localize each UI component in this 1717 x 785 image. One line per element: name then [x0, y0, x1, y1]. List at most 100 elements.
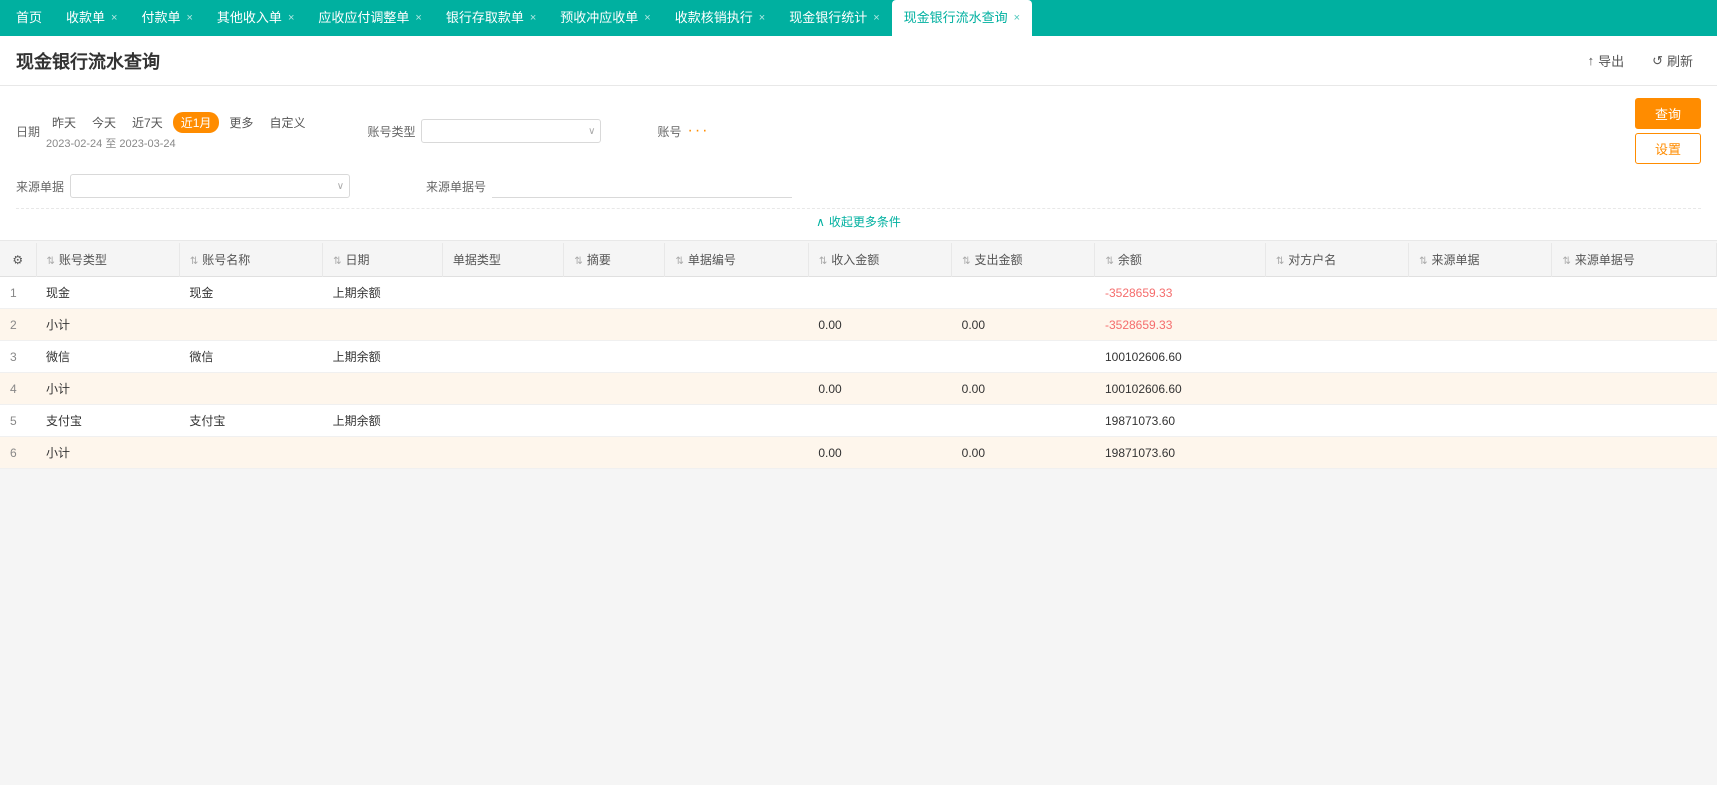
cell-source-doc: [1409, 405, 1552, 437]
cell-expense: [952, 277, 1095, 309]
table-header-row: ⚙ ⇅账号类型 ⇅账号名称 ⇅日期 单据类型 ⇅摘要 ⇅单据编号 ⇅收入金额 ⇅…: [0, 243, 1717, 277]
close-icon[interactable]: ×: [1014, 0, 1020, 36]
close-icon[interactable]: ×: [415, 0, 421, 36]
cell-expense: 0.00: [952, 309, 1095, 341]
source-doc-filter: 来源单据 ∨: [16, 174, 350, 198]
col-source-doc-no[interactable]: ⇅来源单据号: [1552, 243, 1717, 277]
cell-source-doc: [1409, 373, 1552, 405]
cell-account-type: 现金: [36, 277, 179, 309]
close-icon[interactable]: ×: [111, 0, 117, 36]
cell-source-doc-no: [1552, 373, 1717, 405]
date-yesterday[interactable]: 昨天: [46, 112, 82, 133]
cell-account-type: 小计: [36, 437, 179, 469]
cell-counterparty: [1265, 341, 1408, 373]
cell-counterparty: [1265, 277, 1408, 309]
cell-doc-type: [442, 437, 564, 469]
col-counterparty[interactable]: ⇅对方户名: [1265, 243, 1408, 277]
row-num: 2: [0, 309, 36, 341]
table-row: 1 现金 现金 上期余额 -3528659.33: [0, 277, 1717, 309]
col-expense[interactable]: ⇅支出金额: [952, 243, 1095, 277]
col-summary[interactable]: ⇅摘要: [564, 243, 665, 277]
cell-account-type: 小计: [36, 373, 179, 405]
source-doc-num-label: 来源单据号: [426, 178, 486, 195]
source-doc-num-input[interactable]: [492, 175, 792, 198]
nav-cash-stats[interactable]: 现金银行统计 ×: [777, 0, 891, 36]
cell-account-type: 小计: [36, 309, 179, 341]
nav-bank-deposit[interactable]: 银行存取款单 ×: [434, 0, 548, 36]
cell-expense: [952, 341, 1095, 373]
cell-doc-type: [442, 405, 564, 437]
cell-income: [808, 405, 951, 437]
cell-balance: -3528659.33: [1095, 309, 1265, 341]
cell-account-name: 微信: [179, 341, 322, 373]
cell-date: 上期余额: [323, 341, 443, 373]
date-custom[interactable]: 自定义: [263, 112, 311, 133]
cell-doc-no: [665, 309, 808, 341]
col-doc-no[interactable]: ⇅单据编号: [665, 243, 808, 277]
close-icon[interactable]: ×: [288, 0, 294, 36]
nav-ar-ap-adjust[interactable]: 应收应付调整单 ×: [306, 0, 433, 36]
page-title: 现金银行流水查询: [16, 48, 160, 74]
cell-doc-no: [665, 405, 808, 437]
nav-home[interactable]: 首页: [4, 0, 54, 36]
close-icon[interactable]: ×: [530, 0, 536, 36]
nav-receipt[interactable]: 收款单 ×: [54, 0, 129, 36]
close-icon[interactable]: ×: [873, 0, 879, 36]
export-button[interactable]: ↑ 导出: [1580, 47, 1633, 74]
cell-doc-no: [665, 341, 808, 373]
col-income[interactable]: ⇅收入金额: [808, 243, 951, 277]
cell-source-doc-no: [1552, 277, 1717, 309]
cell-summary: [564, 341, 665, 373]
cell-expense: 0.00: [952, 437, 1095, 469]
cell-source-doc-no: [1552, 341, 1717, 373]
cell-date: [323, 437, 443, 469]
close-icon[interactable]: ×: [759, 0, 765, 36]
settings-button[interactable]: 设置: [1635, 133, 1701, 164]
cell-account-name: 现金: [179, 277, 322, 309]
account-type-select[interactable]: 现金 微信 支付宝: [421, 119, 601, 143]
query-button[interactable]: 查询: [1635, 98, 1701, 129]
source-doc-num-filter: 来源单据号: [426, 175, 792, 198]
date-today[interactable]: 今天: [86, 112, 122, 133]
right-buttons: 查询 设置: [1635, 98, 1701, 164]
date-filter: 日期 昨天 今天 近7天 近1月 更多 自定义 2023-02-24 至 202…: [16, 112, 311, 151]
account-dots-button[interactable]: ···: [687, 122, 709, 140]
cell-account-name: [179, 309, 322, 341]
account-filter: 账号 ···: [657, 122, 709, 140]
table-row: 2 小计 0.00 0.00 -3528659.33: [0, 309, 1717, 341]
col-account-type[interactable]: ⇅账号类型: [36, 243, 179, 277]
nav-cash-flow[interactable]: 现金银行流水查询 ×: [892, 0, 1032, 36]
source-doc-label: 来源单据: [16, 178, 64, 195]
column-settings[interactable]: ⚙: [0, 243, 36, 277]
nav-payment[interactable]: 付款单 ×: [129, 0, 204, 36]
cell-counterparty: [1265, 373, 1408, 405]
source-doc-select[interactable]: [70, 174, 350, 198]
date-more[interactable]: 更多: [223, 112, 259, 133]
cell-account-name: [179, 437, 322, 469]
date-7days[interactable]: 近7天: [126, 112, 169, 133]
col-date[interactable]: ⇅日期: [323, 243, 443, 277]
cell-doc-no: [665, 373, 808, 405]
cell-doc-no: [665, 437, 808, 469]
close-icon[interactable]: ×: [644, 0, 650, 36]
col-doc-type[interactable]: 单据类型: [442, 243, 564, 277]
cell-doc-type: [442, 373, 564, 405]
collapse-icon: ∧: [816, 215, 825, 229]
col-source-doc[interactable]: ⇅来源单据: [1409, 243, 1552, 277]
date-1month[interactable]: 近1月: [173, 112, 220, 133]
refresh-button[interactable]: ↺ 刷新: [1644, 47, 1701, 74]
nav-collection-exec[interactable]: 收款核销执行 ×: [663, 0, 777, 36]
nav-prepayment[interactable]: 预收冲应收单 ×: [548, 0, 662, 36]
cell-income: 0.00: [808, 373, 951, 405]
cell-source-doc: [1409, 277, 1552, 309]
close-icon[interactable]: ×: [186, 0, 192, 36]
account-type-label: 账号类型: [367, 123, 415, 140]
nav-other-income[interactable]: 其他收入单 ×: [205, 0, 306, 36]
row-num: 4: [0, 373, 36, 405]
source-doc-select-wrapper: ∨: [70, 174, 350, 198]
col-account-name[interactable]: ⇅账号名称: [179, 243, 322, 277]
cell-balance: 100102606.60: [1095, 373, 1265, 405]
col-balance[interactable]: ⇅余额: [1095, 243, 1265, 277]
collapse-bar[interactable]: ∧ 收起更多条件: [16, 208, 1701, 232]
cell-income: 0.00: [808, 309, 951, 341]
